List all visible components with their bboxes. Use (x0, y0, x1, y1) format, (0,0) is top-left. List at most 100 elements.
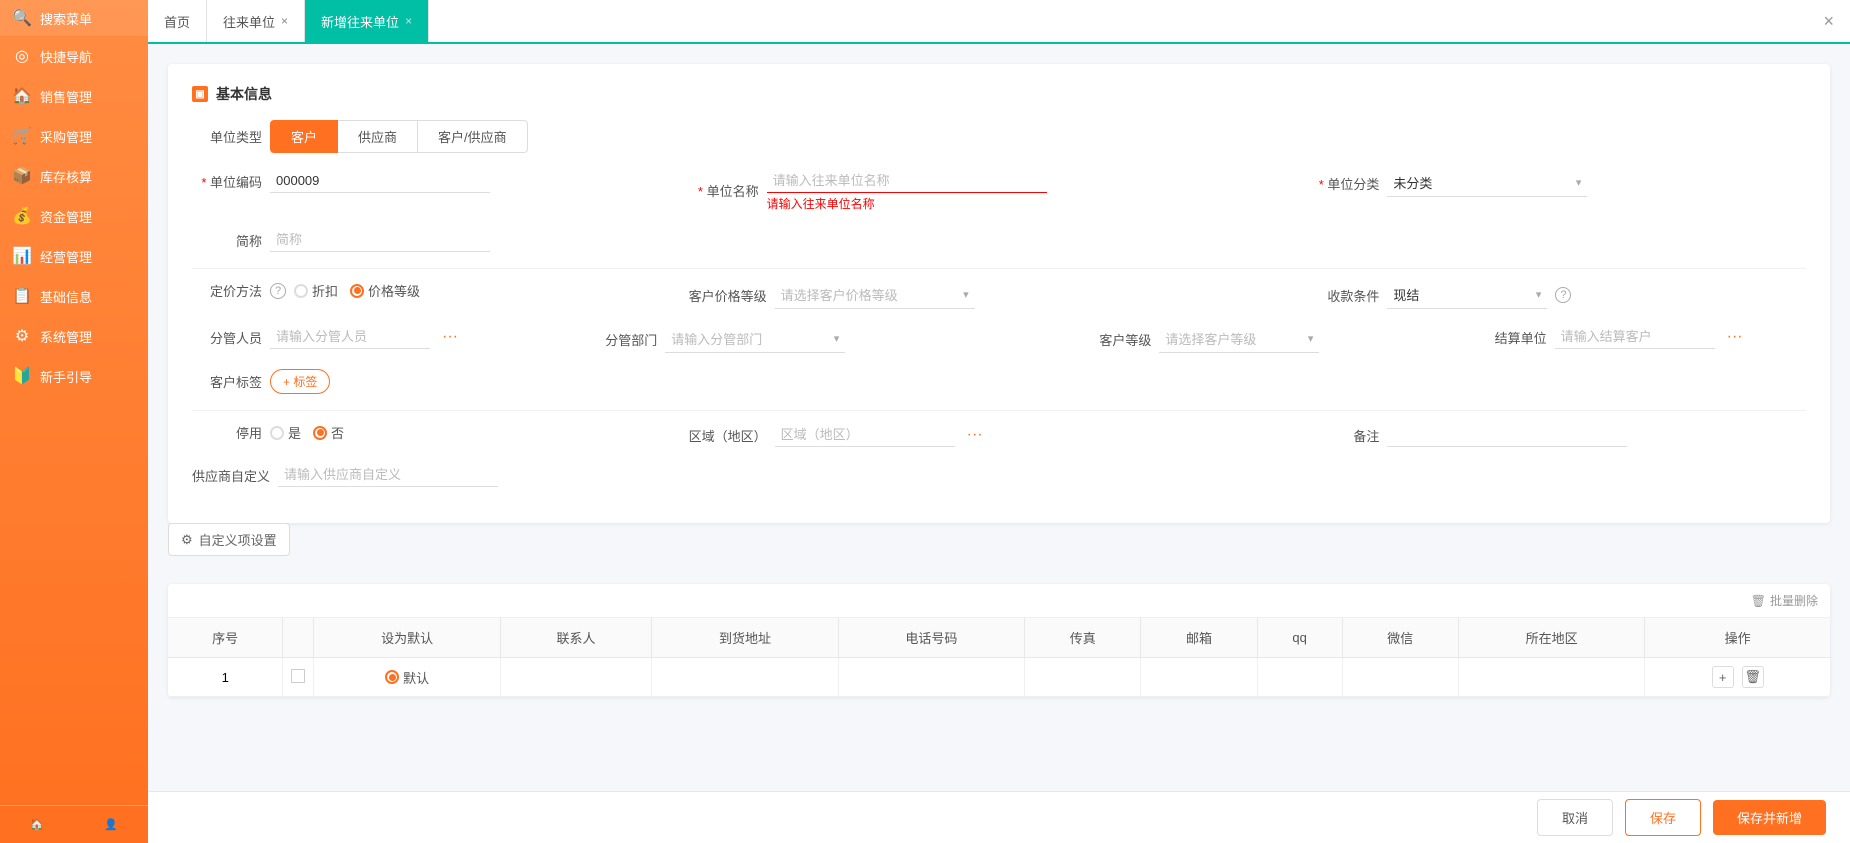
unit-category-select[interactable]: 未分类 ▾ (1387, 169, 1587, 197)
dept-select[interactable]: 请输入分管部门 ▾ (665, 325, 845, 353)
sidebar-home-btn[interactable]: 🏠 (0, 814, 74, 835)
region-group: 区域（地区） ··· (689, 423, 1310, 447)
unit-type-group: 单位类型 客户 供应商 客户/供应商 (192, 120, 1806, 153)
customer-level-placeholder: 请选择客户等级 (1165, 329, 1303, 348)
main-area: 首页 往来单位 × 新增往来单位 × × ▣ 基本信息 单位类型 (148, 0, 1850, 843)
th-actions: 操作 (1645, 618, 1830, 658)
manager-row: 分管人员 ··· 分管部门 请输入分管部门 ▾ 客户等级 请选择客户等级 ▾ (192, 325, 1806, 353)
unit-type-both[interactable]: 客户/供应商 (418, 120, 528, 153)
cell-checkbox[interactable] (283, 658, 314, 697)
default-radio-circle (385, 670, 399, 684)
customer-level-arrow: ▾ (1308, 332, 1314, 345)
sidebar-item-basic[interactable]: 📋 基础信息 (0, 276, 148, 316)
tab-new-partner[interactable]: 新增往来单位 × (305, 0, 429, 42)
sidebar-item-search[interactable]: 🔍 搜索菜单 (0, 0, 148, 36)
sidebar-item-label: 系统管理 (40, 327, 92, 346)
disabled-no[interactable]: 否 (313, 423, 344, 442)
sidebar-item-finance[interactable]: 💰 资金管理 (0, 196, 148, 236)
sales-icon: 🏠 (12, 86, 32, 106)
tab-partners[interactable]: 往来单位 × (207, 0, 305, 42)
unit-code-group: 单位编码 (192, 169, 689, 193)
tab-new-partner-close[interactable]: × (405, 14, 412, 28)
th-fax: 传真 (1025, 618, 1141, 658)
save-button[interactable]: 保存 (1625, 799, 1701, 836)
settlement-label: 结算单位 (1477, 328, 1547, 347)
customer-price-select[interactable]: 请选择客户价格等级 ▾ (775, 281, 975, 309)
payment-terms-arrow: ▾ (1536, 288, 1542, 301)
region-label: 区域（地区） (689, 426, 767, 445)
save-and-new-button[interactable]: 保存并新增 (1713, 800, 1826, 835)
table-row: 1 默认 (168, 658, 1830, 697)
sidebar-item-inventory[interactable]: 📦 库存核算 (0, 156, 148, 196)
manager-label: 分管人员 (192, 328, 262, 347)
row-add-button[interactable]: + (1712, 666, 1734, 688)
remark-input[interactable] (1387, 423, 1627, 447)
sidebar-item-label: 快捷导航 (40, 47, 92, 66)
payment-terms-select[interactable]: 现结 ▾ (1387, 281, 1547, 309)
inventory-icon: 📦 (12, 166, 32, 186)
custom-settings-button[interactable]: ⚙ 自定义项设置 (168, 523, 290, 556)
section-header: ▣ 基本信息 (192, 84, 1806, 104)
region-input[interactable] (775, 423, 955, 447)
sidebar-item-quick-nav[interactable]: ◎ 快捷导航 (0, 36, 148, 76)
customer-level-label: 客户等级 (1081, 330, 1151, 349)
settlement-group: 结算单位 ··· (1477, 325, 1806, 349)
table-scroll: 序号 设为默认 联系人 到货地址 电话号码 传真 邮箱 qq 微信 所在地区 操… (168, 618, 1830, 697)
unit-type-supplier[interactable]: 供应商 (338, 120, 418, 153)
customer-price-arrow: ▾ (963, 288, 969, 301)
tag-label: 客户标签 (192, 372, 262, 391)
row-checkbox[interactable] (291, 669, 305, 683)
tag-add-button[interactable]: + 标签 (270, 369, 330, 394)
unit-code-input[interactable] (270, 169, 490, 193)
batch-delete-button[interactable]: 🗑 批量删除 (1751, 592, 1818, 609)
cell-seq: 1 (168, 658, 283, 697)
pricing-help-icon[interactable]: ? (270, 283, 286, 299)
dept-placeholder: 请输入分管部门 (671, 329, 829, 348)
supplier-custom-label: 供应商自定义 (192, 466, 270, 485)
settlement-more-btn[interactable]: ··· (1723, 328, 1747, 346)
pricing-option-discount[interactable]: 折扣 (294, 281, 338, 300)
customer-price-group: 客户价格等级 请选择客户价格等级 ▾ (689, 281, 1310, 309)
sidebar-item-sales[interactable]: 🏠 销售管理 (0, 76, 148, 116)
tab-partners-label: 往来单位 (223, 12, 275, 31)
tab-partners-close[interactable]: × (281, 14, 288, 28)
th-contact: 联系人 (500, 618, 651, 658)
sidebar-user-btn[interactable]: 👤 (74, 814, 148, 835)
operations-icon: 📊 (12, 246, 32, 266)
default-radio-item[interactable]: 默认 (385, 668, 429, 687)
sidebar-item-label: 销售管理 (40, 87, 92, 106)
sidebar-item-purchase[interactable]: 🛒 采购管理 (0, 116, 148, 156)
manager-more-btn[interactable]: ··· (438, 328, 462, 346)
row-delete-button[interactable]: 🗑 (1742, 666, 1764, 688)
abbreviation-input[interactable] (270, 228, 490, 252)
tab-home[interactable]: 首页 (148, 0, 207, 42)
section-title: 基本信息 (216, 84, 272, 104)
pricing-radio-discount (294, 284, 308, 298)
unit-type-customer[interactable]: 客户 (270, 120, 338, 153)
remark-group: 备注 (1309, 423, 1806, 447)
cancel-button[interactable]: 取消 (1537, 799, 1613, 836)
row-action-group: + 🗑 (1653, 666, 1822, 688)
code-name-row: 单位编码 单位名称 请输入往来单位名称 单位分类 未分类 ▾ (192, 169, 1806, 212)
disabled-radio-group: 是 否 (270, 423, 344, 442)
customer-level-select[interactable]: 请选择客户等级 ▾ (1159, 325, 1319, 353)
unit-name-input[interactable] (767, 169, 1047, 193)
pricing-option-level[interactable]: 价格等级 (350, 281, 420, 300)
sidebar-item-guide[interactable]: 🔰 新手引导 (0, 356, 148, 396)
sidebar-item-system[interactable]: ⚙ 系统管理 (0, 316, 148, 356)
th-address: 到货地址 (652, 618, 838, 658)
sidebar-item-operations[interactable]: 📊 经营管理 (0, 236, 148, 276)
custom-settings-label: 自定义项设置 (199, 530, 277, 549)
cell-wechat (1342, 658, 1458, 697)
supplier-custom-input[interactable] (278, 463, 498, 487)
disabled-yes-label: 是 (288, 423, 301, 442)
region-more-btn[interactable]: ··· (963, 426, 987, 444)
payment-terms-help-icon[interactable]: ? (1555, 287, 1571, 303)
settlement-input[interactable] (1555, 325, 1715, 349)
table-header-row: 序号 设为默认 联系人 到货地址 电话号码 传真 邮箱 qq 微信 所在地区 操… (168, 618, 1830, 658)
disabled-radio-no (313, 426, 327, 440)
th-region: 所在地区 (1458, 618, 1644, 658)
window-close-button[interactable]: × (1807, 11, 1850, 32)
disabled-yes[interactable]: 是 (270, 423, 301, 442)
manager-input[interactable] (270, 325, 430, 349)
